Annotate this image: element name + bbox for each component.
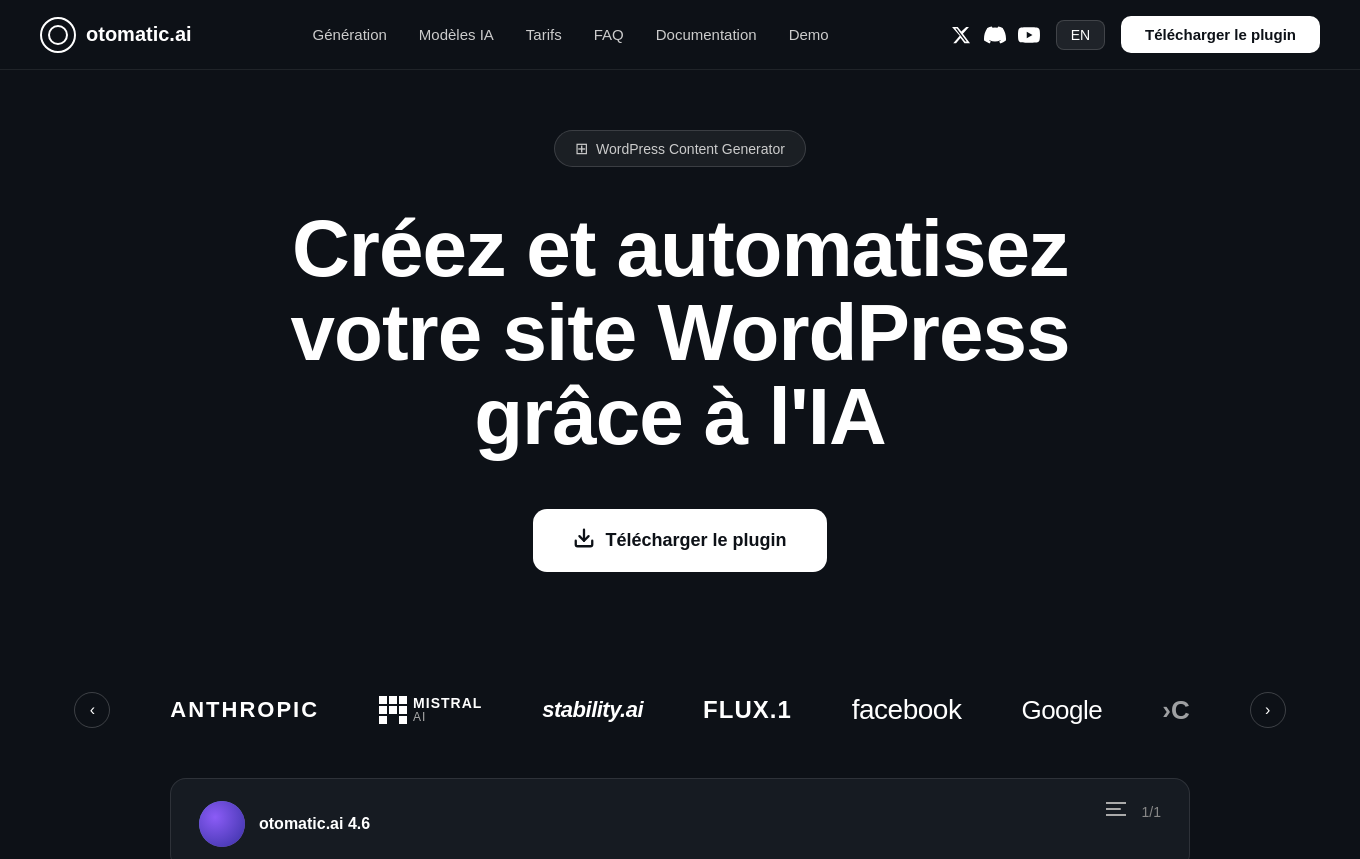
main-nav: Génération Modèles IA Tarifs FAQ Documen…: [313, 26, 829, 43]
svg-rect-5: [399, 696, 407, 704]
logo-extra: ›C: [1162, 695, 1189, 726]
review-section: otomatic.ai 4.6 1/1: [0, 758, 1360, 859]
svg-rect-7: [389, 706, 397, 714]
logo-icon[interactable]: [40, 17, 76, 53]
language-button[interactable]: EN: [1056, 20, 1105, 50]
nav-faq[interactable]: FAQ: [594, 26, 624, 43]
review-pagination: 1/1: [1142, 804, 1161, 820]
youtube-icon[interactable]: [1018, 24, 1040, 46]
logo-google: Google: [1021, 695, 1102, 726]
review-brand-name: otomatic.ai 4.6: [259, 815, 370, 833]
nav-generation[interactable]: Génération: [313, 26, 387, 43]
brand-name: otomatic.ai: [86, 23, 192, 46]
hero-badge[interactable]: ⊞ WordPress Content Generator: [554, 130, 806, 167]
twitter-icon[interactable]: [950, 24, 972, 46]
logo-flux: FLUX.1: [703, 696, 792, 724]
stability-label: stability.ai: [542, 697, 643, 723]
nav-tarifs[interactable]: Tarifs: [526, 26, 562, 43]
logo-mistral: MISTRAL AI: [379, 696, 482, 725]
google-label: Google: [1021, 695, 1102, 726]
facebook-label: facebook: [852, 694, 962, 726]
review-card: otomatic.ai 4.6 1/1: [170, 778, 1190, 859]
anthropic-label: ANTHROPIC: [170, 697, 319, 723]
hero-title-line3: grâce à l'IA: [474, 372, 886, 461]
nav-demo[interactable]: Demo: [789, 26, 829, 43]
mistral-name: MISTRAL: [413, 696, 482, 711]
wordpress-icon: ⊞: [575, 139, 588, 158]
navbar-brand: otomatic.ai: [40, 17, 192, 53]
hero-title: Créez et automatisez votre site WordPres…: [291, 207, 1070, 459]
chevron-left-icon: ‹: [90, 701, 95, 719]
social-icons: [950, 24, 1040, 46]
review-left: otomatic.ai 4.6: [199, 801, 370, 847]
download-icon: [573, 527, 595, 554]
svg-rect-10: [399, 716, 407, 724]
logos-next-button[interactable]: ›: [1250, 692, 1286, 728]
navbar: otomatic.ai Génération Modèles IA Tarifs…: [0, 0, 1360, 70]
logo-facebook: facebook: [852, 694, 962, 726]
hero-section: ⊞ WordPress Content Generator Créez et a…: [0, 70, 1360, 672]
review-lines-icon[interactable]: [1106, 801, 1126, 822]
avatar: [199, 801, 245, 847]
svg-rect-9: [379, 716, 387, 724]
svg-rect-8: [399, 706, 407, 714]
hero-download-label: Télécharger le plugin: [605, 530, 786, 551]
svg-point-1: [49, 26, 67, 44]
mistral-icon: [379, 696, 407, 724]
avatar-image: [199, 801, 245, 847]
svg-point-0: [41, 18, 75, 52]
navbar-right: EN Télécharger le plugin: [950, 16, 1320, 53]
nav-download-button[interactable]: Télécharger le plugin: [1121, 16, 1320, 53]
svg-rect-6: [379, 706, 387, 714]
discord-icon[interactable]: [984, 24, 1006, 46]
nav-documentation[interactable]: Documentation: [656, 26, 757, 43]
logos-prev-button[interactable]: ‹: [74, 692, 110, 728]
logo-anthropic: ANTHROPIC: [170, 697, 319, 723]
extra-label: ›C: [1162, 695, 1189, 726]
nav-modeles-ia[interactable]: Modèles IA: [419, 26, 494, 43]
hero-title-line2: votre site WordPress: [291, 288, 1070, 377]
chevron-right-icon: ›: [1265, 701, 1270, 719]
svg-rect-4: [389, 696, 397, 704]
hero-download-button[interactable]: Télécharger le plugin: [533, 509, 826, 572]
logos-strip: ‹ ANTHROPIC MISTRAL: [0, 672, 1360, 758]
logos-inner: ‹ ANTHROPIC MISTRAL: [0, 692, 1360, 728]
logo-stability: stability.ai: [542, 697, 643, 723]
hero-badge-text: WordPress Content Generator: [596, 141, 785, 157]
flux-label: FLUX.1: [703, 696, 792, 724]
hero-title-line1: Créez et automatisez: [292, 204, 1068, 293]
review-right: 1/1: [1106, 801, 1161, 822]
mistral-ai-label: AI: [413, 711, 482, 724]
svg-rect-3: [379, 696, 387, 704]
